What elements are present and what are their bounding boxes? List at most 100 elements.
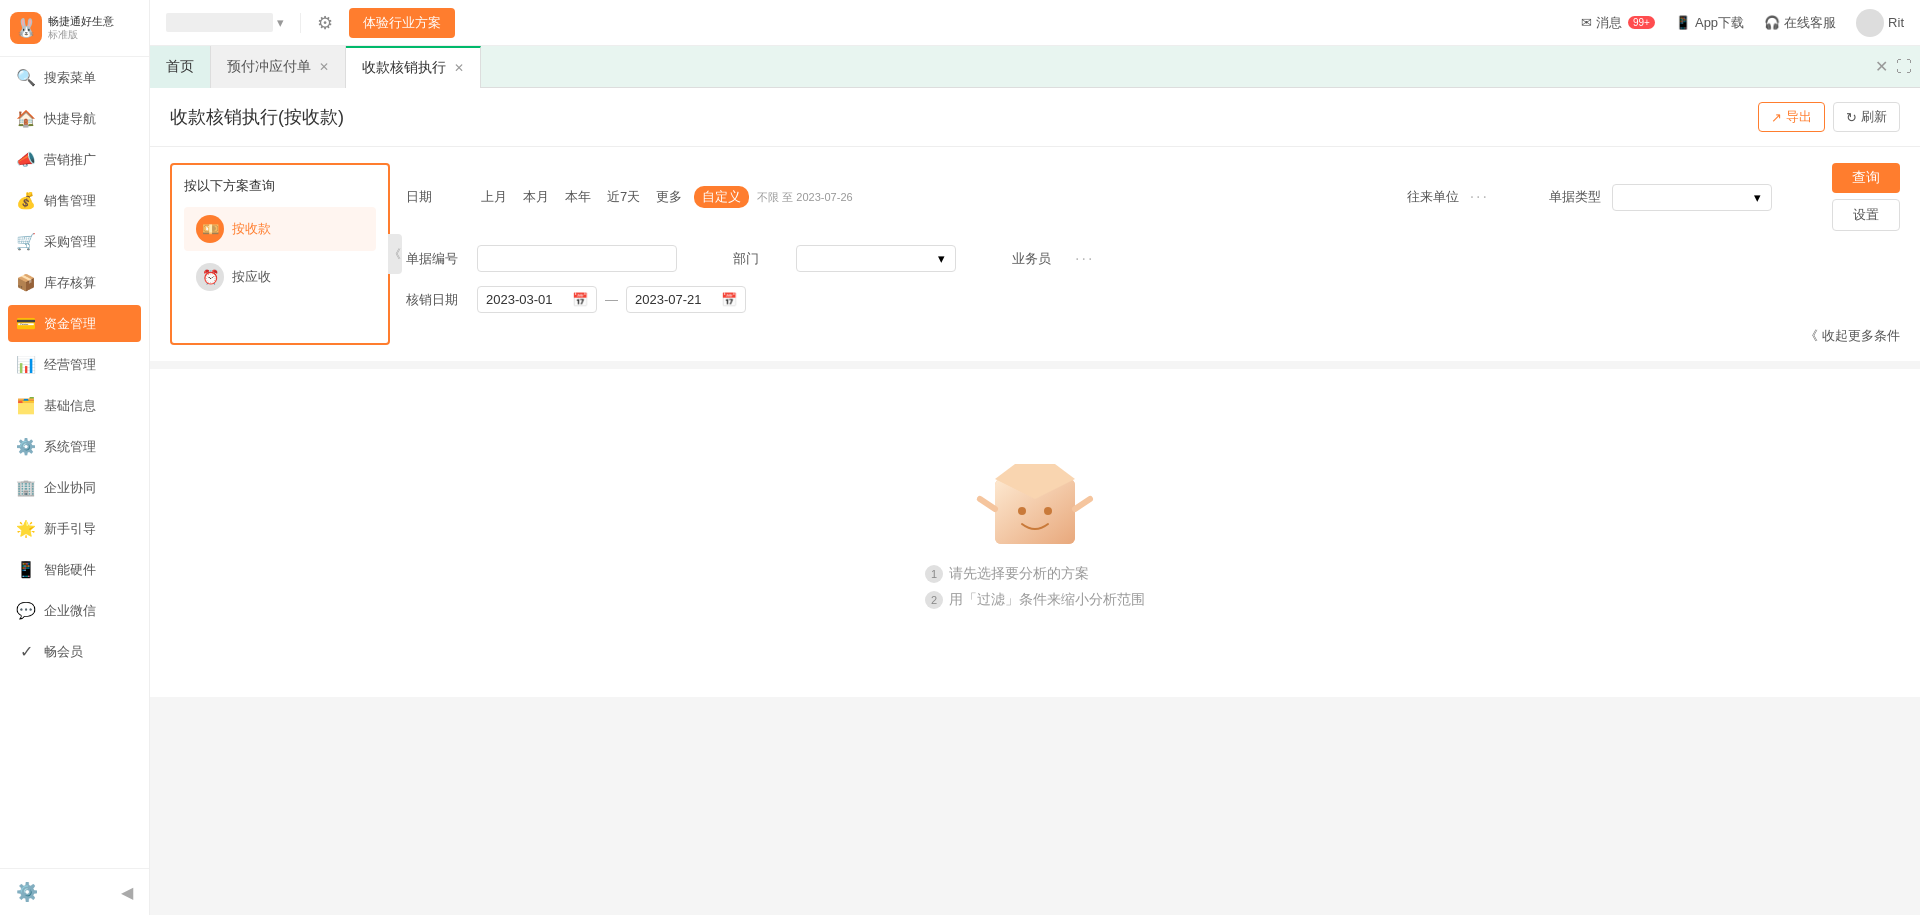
verify-date-start-input[interactable]: 2023-03-01 📅 (477, 286, 597, 313)
date-this-year[interactable]: 本年 (561, 186, 595, 208)
sidebar-collapse-icon[interactable]: ◀ (121, 883, 133, 902)
tip-text-2: 用「过滤」条件来缩小分析范围 (949, 591, 1145, 609)
company-selector[interactable]: ▾ (166, 13, 284, 32)
service-icon: 🎧 (1764, 15, 1780, 30)
doc-type-select[interactable]: ▾ (1612, 184, 1772, 211)
date-shortcuts: 上月 本月 本年 近7天 更多 自定义 不限 至 2023-07-26 (477, 186, 853, 208)
sidebar-item-search-menu[interactable]: 🔍 搜索菜单 (0, 57, 149, 98)
sidebar-label-system: 系统管理 (44, 438, 96, 456)
sidebar-item-quick-nav[interactable]: 🏠 快捷导航 (0, 98, 149, 139)
app-download-label: App下载 (1695, 14, 1744, 32)
doc-num-label: 单据编号 (406, 250, 461, 268)
sidebar-label-marketing: 营销推广 (44, 151, 96, 169)
setting-button[interactable]: 设置 (1832, 199, 1900, 231)
user-avatar (1856, 9, 1884, 37)
refresh-label: 刷新 (1861, 108, 1887, 126)
sidebar-item-inventory[interactable]: 📦 库存核算 (0, 262, 149, 303)
sidebar-item-enterprise[interactable]: 🏢 企业协同 (0, 467, 149, 508)
counterpart-label: 往来单位 (1407, 188, 1462, 206)
sidebar-item-system[interactable]: ⚙️ 系统管理 (0, 426, 149, 467)
settings-icon[interactable]: ⚙ (317, 12, 333, 34)
filter-option-by-receipt[interactable]: 💴 按收款 (184, 207, 376, 251)
date-custom-badge[interactable]: 自定义 (694, 186, 749, 208)
date-more[interactable]: 更多 (652, 186, 686, 208)
query-button[interactable]: 查询 (1832, 163, 1900, 193)
query-actions: 查询 设置 (1832, 163, 1900, 231)
message-button[interactable]: ✉ 消息 99+ (1581, 14, 1655, 32)
svg-point-4 (1044, 507, 1052, 515)
page-header: 收款核销执行(按收款) ↗ 导出 ↻ 刷新 (150, 88, 1920, 147)
verify-date-end-input[interactable]: 2023-07-21 📅 (626, 286, 746, 313)
app-download-button[interactable]: 📱 App下载 (1675, 14, 1744, 32)
dept-label: 部门 (733, 250, 788, 268)
tab-expand-icon[interactable]: ⛶ (1896, 58, 1912, 76)
topbar-divider (300, 13, 301, 33)
purchase-icon: 🛒 (16, 232, 36, 251)
scheme-panel-collapse-btn[interactable]: 《 (388, 234, 402, 274)
tab-receipt-cancel-close-icon[interactable]: ✕ (454, 61, 464, 75)
sidebar-item-marketing[interactable]: 📣 营销推广 (0, 139, 149, 180)
sidebar-item-base-info[interactable]: 🗂️ 基础信息 (0, 385, 149, 426)
sidebar-item-sales[interactable]: 💰 销售管理 (0, 180, 149, 221)
date-no-limit: 不限 至 2023-07-26 (757, 190, 852, 205)
sidebar-item-member[interactable]: ✓ 畅会员 (0, 631, 149, 672)
collapse-more-btn[interactable]: 《 收起更多条件 (406, 327, 1900, 345)
tab-home-label: 首页 (166, 58, 194, 76)
sidebar-label-base-info: 基础信息 (44, 397, 96, 415)
industry-solution-button[interactable]: 体验行业方案 (349, 8, 455, 38)
filter-row-2: 单据编号 部门 ▾ 业务员 ··· (406, 245, 1900, 272)
tab-home[interactable]: 首页 (150, 46, 211, 88)
sidebar-item-guide[interactable]: 🌟 新手引导 (0, 508, 149, 549)
filter-area: 按以下方案查询 💴 按收款 ⏰ 按应收 《 日期 上月 本 (150, 147, 1920, 361)
main-area: ▾ ⚙ 体验行业方案 ✉ 消息 99+ 📱 App下载 🎧 在线客服 Rit (150, 0, 1920, 915)
refresh-button[interactable]: ↻ 刷新 (1833, 102, 1900, 132)
export-button[interactable]: ↗ 导出 (1758, 102, 1825, 132)
sidebar-item-purchase[interactable]: 🛒 采购管理 (0, 221, 149, 262)
counterpart-select[interactable]: ··· (1470, 188, 1489, 206)
online-service-button[interactable]: 🎧 在线客服 (1764, 14, 1836, 32)
svg-line-5 (980, 499, 995, 509)
tab-prepay[interactable]: 预付冲应付单 ✕ (211, 46, 346, 88)
verify-date-label: 核销日期 (406, 291, 461, 309)
empty-tip-2: 2 用「过滤」条件来缩小分析范围 (925, 591, 1145, 609)
operation-icon: 📊 (16, 355, 36, 374)
sidebar-item-wechat[interactable]: 💬 企业微信 (0, 590, 149, 631)
sidebar-item-hardware[interactable]: 📱 智能硬件 (0, 549, 149, 590)
page-content: 收款核销执行(按收款) ↗ 导出 ↻ 刷新 按以下方案查询 💴 按收款 (150, 88, 1920, 915)
sidebar-label-guide: 新手引导 (44, 520, 96, 538)
date-last-month[interactable]: 上月 (477, 186, 511, 208)
doc-type-arrow: ▾ (1754, 190, 1761, 205)
sidebar-label-inventory: 库存核算 (44, 274, 96, 292)
sales-icon: 💰 (16, 191, 36, 210)
sidebar-settings-icon[interactable]: ⚙️ (16, 881, 38, 903)
service-label: 在线客服 (1784, 14, 1836, 32)
dept-select[interactable]: ▾ (796, 245, 956, 272)
company-dropdown-icon[interactable]: ▾ (277, 15, 284, 30)
sidebar-label-search-menu: 搜索菜单 (44, 69, 96, 87)
date-range-separator: — (605, 292, 618, 307)
tip-num-2: 2 (925, 591, 943, 609)
calendar-start-icon: 📅 (572, 292, 588, 307)
filter-option-by-receivable[interactable]: ⏰ 按应收 (184, 255, 376, 299)
user-menu[interactable]: Rit (1856, 9, 1904, 37)
search-menu-icon: 🔍 (16, 68, 36, 87)
sidebar-item-finance[interactable]: 💳 资金管理 (8, 305, 141, 342)
base-info-icon: 🗂️ (16, 396, 36, 415)
tab-prepay-close-icon[interactable]: ✕ (319, 60, 329, 74)
date-7days[interactable]: 近7天 (603, 186, 644, 208)
doc-num-input[interactable] (477, 245, 677, 272)
staff-select[interactable]: ··· (1075, 250, 1094, 268)
tabbar-actions: ✕ ⛶ (1875, 57, 1920, 76)
tab-receipt-cancel[interactable]: 收款核销执行 ✕ (346, 46, 481, 88)
tip-num-1: 1 (925, 565, 943, 583)
verify-date-range: 2023-03-01 📅 — 2023-07-21 📅 (477, 286, 746, 313)
sidebar-label-enterprise: 企业协同 (44, 479, 96, 497)
doc-type-label: 单据类型 (1549, 188, 1604, 206)
tab-close-all-icon[interactable]: ✕ (1875, 57, 1888, 76)
empty-illustration (975, 449, 1095, 549)
sidebar-item-operation[interactable]: 📊 经营管理 (0, 344, 149, 385)
marketing-icon: 📣 (16, 150, 36, 169)
date-this-month[interactable]: 本月 (519, 186, 553, 208)
logo-icon: 🐰 (10, 12, 42, 44)
collapse-more-label: 收起更多条件 (1822, 327, 1900, 345)
